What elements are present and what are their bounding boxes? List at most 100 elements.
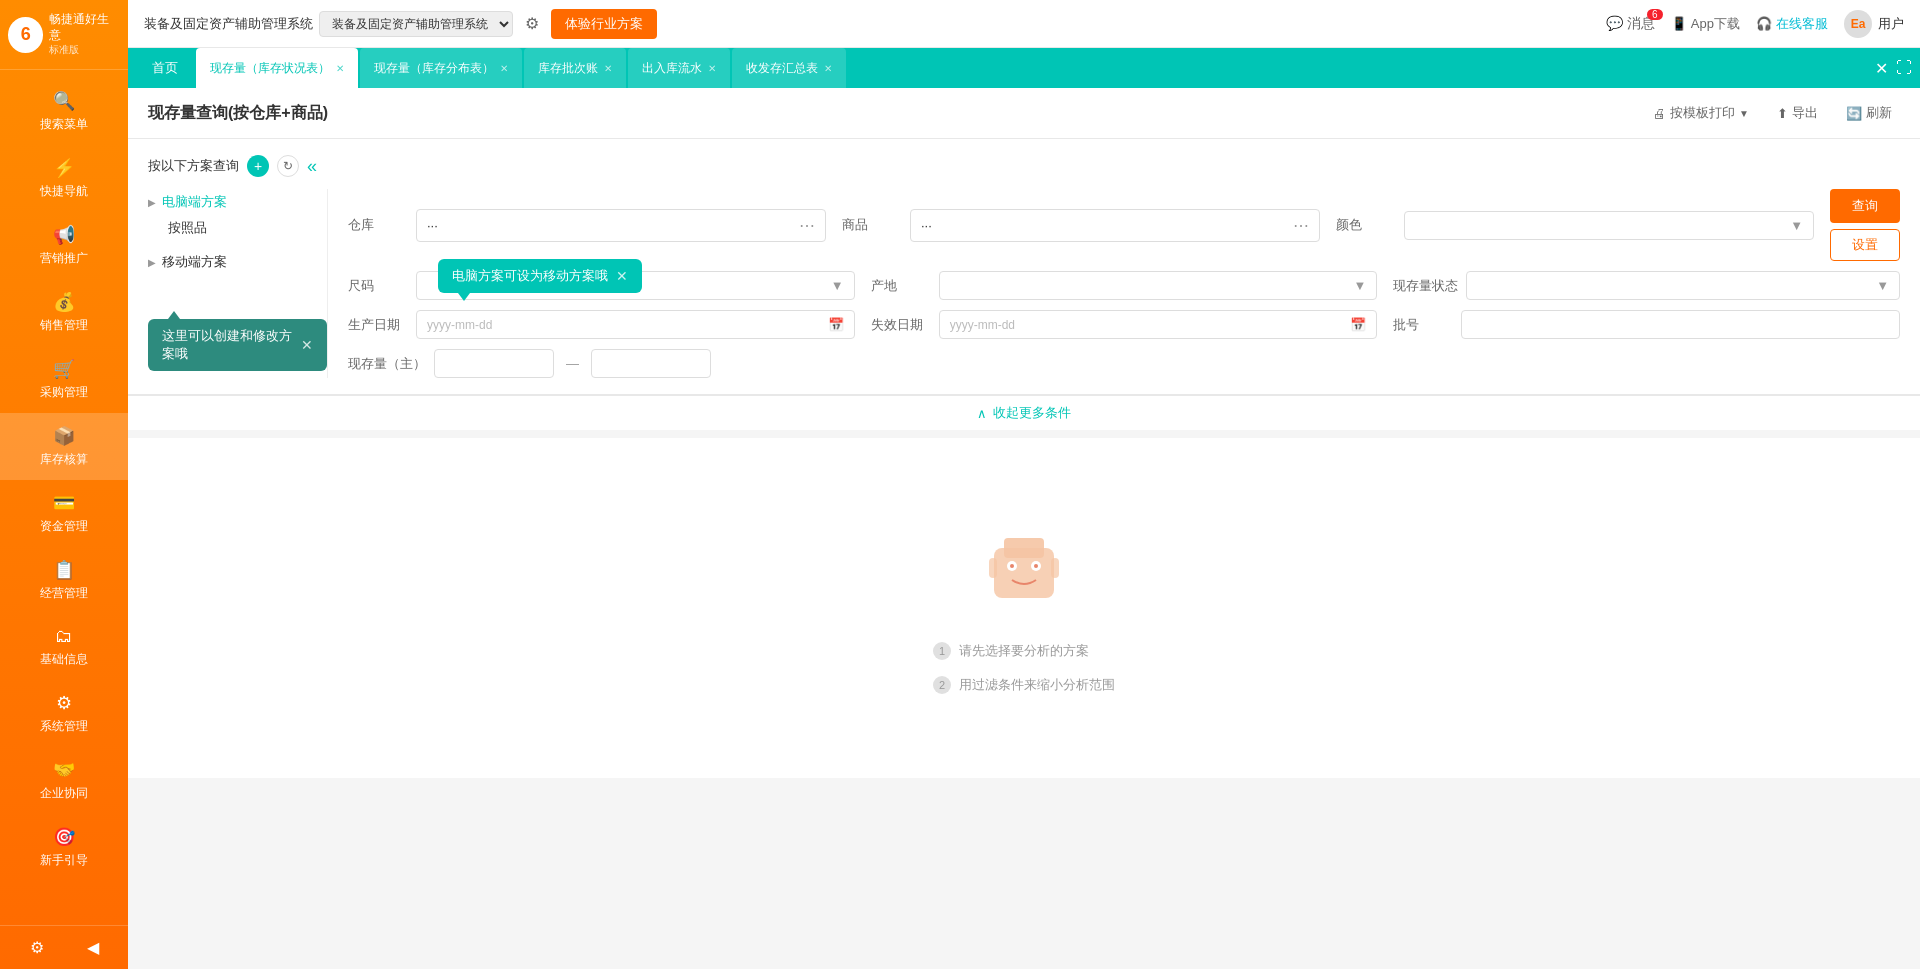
tooltip-pc-scheme: 电脑方案可设为移动方案哦 ✕ [438, 259, 642, 293]
pc-scheme-item[interactable]: ▶ 电脑端方案 [148, 189, 315, 215]
action-buttons: 查询 设置 [1830, 189, 1900, 261]
filter-header: 按以下方案查询 + ↻ « 电脑方案可设为移动方案哦 ✕ [148, 155, 1900, 177]
industry-button[interactable]: 体验行业方案 [551, 9, 657, 39]
product-field: 商品 ··· ⋯ [842, 209, 1320, 242]
settings-gear-icon[interactable]: ⚙ [525, 14, 539, 33]
tabbar: 首页 现存量（库存状况表） ✕ 现存量（库存分布表） ✕ 库存批次账 ✕ 出入库… [128, 48, 1920, 88]
purchase-icon: 🛒 [53, 358, 75, 380]
user-menu[interactable]: Ea 用户 [1844, 10, 1904, 38]
pc-sub-items: 按照品 [148, 215, 315, 241]
tooltip-pc-close-button[interactable]: ✕ [616, 268, 628, 284]
color-arrow-icon: ▼ [1790, 218, 1803, 233]
tab-inventory-dist[interactable]: 现存量（库存分布表） ✕ [360, 48, 522, 88]
tab-home[interactable]: 首页 [136, 48, 194, 88]
sidebar-item-finance[interactable]: 💳 资金管理 [0, 480, 128, 547]
logo-text: 畅捷通好生意 标准版 [49, 12, 120, 57]
batch-field: 批号 [1393, 310, 1900, 339]
pc-scheme-arrow-icon: ▶ [148, 197, 156, 208]
phone-icon: 📱 [1671, 16, 1687, 31]
sidebar-item-marketing[interactable]: 📢 营销推广 [0, 212, 128, 279]
back-scheme-button[interactable]: « [307, 156, 317, 177]
stock-status-select[interactable]: ▼ [1466, 271, 1900, 300]
tab-inventory-status[interactable]: 现存量（库存状况表） ✕ [196, 48, 358, 88]
finance-icon: 💳 [53, 492, 75, 514]
message-button[interactable]: 💬 消息 6 [1606, 15, 1655, 33]
empty-tip-1: 1 请先选择要分析的方案 [933, 638, 1115, 664]
scheme-tree-panel: ▶ 电脑端方案 按照品 ▶ 移动端方案 [148, 189, 328, 378]
mobile-scheme-item[interactable]: ▶ 移动端方案 [148, 249, 315, 275]
origin-field: 产地 ▼ [871, 271, 1378, 300]
close-tab-batch-icon[interactable]: ✕ [604, 63, 612, 74]
refresh-button[interactable]: 🔄 刷新 [1838, 100, 1900, 126]
close-tab-inventory-status-icon[interactable]: ✕ [336, 63, 344, 74]
origin-select[interactable]: ▼ [939, 271, 1378, 300]
sidebar-bottom: ⚙ ◀ [0, 925, 128, 969]
close-tab-collect-icon[interactable]: ✕ [824, 63, 832, 74]
operation-icon: 📋 [53, 559, 75, 581]
guide-icon: 🎯 [53, 826, 75, 848]
sidebar-item-quick[interactable]: ⚡ 快捷导航 [0, 145, 128, 212]
empty-icon [974, 518, 1074, 618]
page-title: 现存量查询(按仓库+商品) [148, 103, 328, 124]
filter-row-3: 生产日期 yyyy-mm-dd 📅 失效日期 yyyy-mm-dd 📅 [348, 310, 1900, 339]
page-header: 现存量查询(按仓库+商品) 🖨 按模板打印 ▼ ⬆ 导出 🔄 刷新 [128, 88, 1920, 139]
filter-section: 按以下方案查询 + ↻ « 电脑方案可设为移动方案哦 ✕ ▶ 电脑端方 [128, 139, 1920, 395]
tab-batch-account[interactable]: 库存批次账 ✕ [524, 48, 626, 88]
collapse-sidebar-button[interactable]: ◀ [87, 938, 99, 957]
chevron-up-icon: ∧ [977, 406, 987, 421]
close-tab-inventory-dist-icon[interactable]: ✕ [500, 63, 508, 74]
filter-body: ▶ 电脑端方案 按照品 ▶ 移动端方案 [148, 189, 1900, 378]
sidebar-item-basic[interactable]: 🗂 基础信息 [0, 614, 128, 680]
export-button[interactable]: ⬆ 导出 [1769, 100, 1826, 126]
inventory-icon: 📦 [53, 425, 75, 447]
search-button[interactable]: 查询 [1830, 189, 1900, 223]
reset-button[interactable]: 设置 [1830, 229, 1900, 261]
product-select[interactable]: ··· ⋯ [910, 209, 1320, 242]
system-select[interactable]: 装备及固定资产辅助管理系统 [319, 11, 513, 37]
batch-input[interactable] [1461, 310, 1900, 339]
tab-collect-send[interactable]: 收发存汇总表 ✕ [732, 48, 846, 88]
color-select[interactable]: ▼ [1404, 211, 1814, 240]
main-wrapper: 装备及固定资产辅助管理系统 装备及固定资产辅助管理系统 ⚙ 体验行业方案 💬 消… [128, 0, 1920, 969]
scheme-tree: ▶ 电脑端方案 按照品 ▶ 移动端方案 [148, 189, 315, 275]
warehouse-dots-icon: ⋯ [799, 216, 815, 235]
size-arrow-icon: ▼ [831, 278, 844, 293]
pc-sub-item-0[interactable]: 按照品 [168, 215, 315, 241]
quick-icon: ⚡ [53, 157, 75, 179]
expire-date-start-input[interactable]: yyyy-mm-dd 📅 [939, 310, 1378, 339]
basic-icon: 🗂 [55, 626, 73, 647]
calendar-icon-1: 📅 [828, 317, 844, 332]
print-button[interactable]: 🖨 按模板打印 ▼ [1645, 100, 1757, 126]
sidebar-item-search[interactable]: 🔍 搜索菜单 [0, 78, 128, 145]
warehouse-select[interactable]: ··· ⋯ [416, 209, 826, 242]
sidebar-logo: 6 畅捷通好生意 标准版 [0, 0, 128, 70]
sidebar-item-inventory[interactable]: 📦 库存核算 [0, 413, 128, 480]
product-dots-icon: ⋯ [1293, 216, 1309, 235]
close-tab-flow-icon[interactable]: ✕ [708, 63, 716, 74]
sidebar-item-enterprise[interactable]: 🤝 企业协同 [0, 747, 128, 814]
tooltip-edit-scheme: 这里可以创建和修改方案哦 ✕ [148, 319, 327, 371]
sidebar-item-system[interactable]: ⚙ 系统管理 [0, 680, 128, 747]
produce-date-start-input[interactable]: yyyy-mm-dd 📅 [416, 310, 855, 339]
collapse-button[interactable]: ∧ 收起更多条件 [128, 395, 1920, 430]
empty-tip-2: 2 用过滤条件来缩小分析范围 [933, 672, 1115, 698]
tab-in-out-flow[interactable]: 出入库流水 ✕ [628, 48, 730, 88]
app-download-button[interactable]: 📱 App下载 [1671, 15, 1740, 33]
refresh-scheme-button[interactable]: ↻ [277, 155, 299, 177]
sidebar-item-purchase[interactable]: 🛒 采购管理 [0, 346, 128, 413]
online-service-button[interactable]: 🎧 在线客服 [1756, 15, 1828, 33]
add-scheme-button[interactable]: + [247, 155, 269, 177]
tooltip-edit-close-button[interactable]: ✕ [301, 337, 313, 353]
stock-main-from-input[interactable] [434, 349, 554, 378]
settings-button[interactable]: ⚙ [30, 938, 44, 957]
close-all-tabs-icon[interactable]: ✕ [1875, 59, 1888, 78]
export-icon: ⬆ [1777, 106, 1788, 121]
system-icon: ⚙ [56, 692, 72, 714]
stock-main-to-input[interactable] [591, 349, 711, 378]
sidebar-item-guide[interactable]: 🎯 新手引导 [0, 814, 128, 881]
page-actions: 🖨 按模板打印 ▼ ⬆ 导出 🔄 刷新 [1645, 100, 1900, 126]
sidebar-item-sales[interactable]: 💰 销售管理 [0, 279, 128, 346]
sidebar-item-operation[interactable]: 📋 经营管理 [0, 547, 128, 614]
message-badge: 6 [1647, 9, 1663, 20]
expand-tabs-icon[interactable]: ⛶ [1896, 59, 1912, 77]
